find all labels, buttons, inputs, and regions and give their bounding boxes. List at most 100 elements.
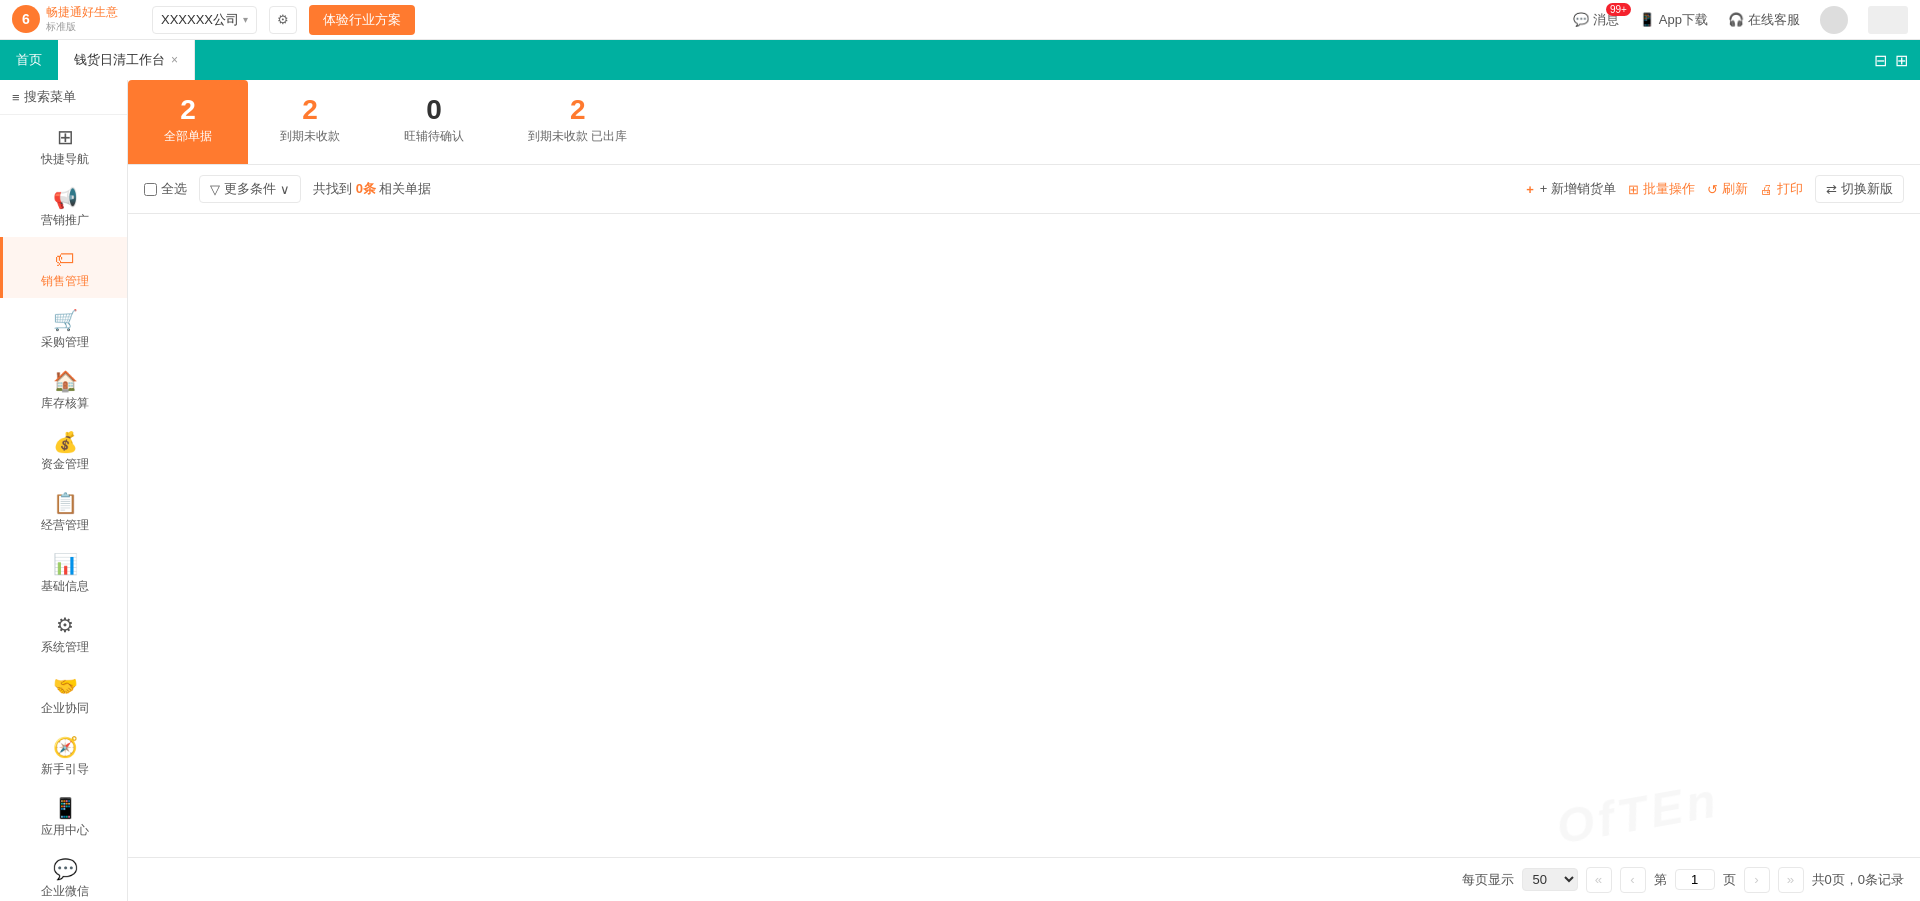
empty-state — [128, 214, 1920, 857]
sidebar-label: 系统管理 — [41, 639, 89, 656]
stat-number-pending: 0 — [426, 96, 442, 124]
stats-row: 2 全部单据 2 到期未收款 0 旺辅待确认 2 到期未收款 已出库 — [128, 80, 1920, 165]
sidebar-label: 库存核算 — [41, 395, 89, 412]
avatar[interactable] — [1820, 6, 1848, 34]
sidebar-label: 新手引导 — [41, 761, 89, 778]
sidebar-item-funds[interactable]: 💰 资金管理 — [0, 420, 127, 481]
page-label: 第 — [1654, 871, 1667, 889]
stat-pending[interactable]: 0 旺辅待确认 — [372, 80, 496, 164]
database-icon: 📊 — [53, 554, 78, 574]
cart-icon: 🛒 — [53, 310, 78, 330]
batch-ops-button[interactable]: ⊞ 批量操作 — [1628, 180, 1695, 198]
per-page-label: 每页显示 — [1462, 871, 1514, 889]
toolbar: 全选 ▽ 更多条件 ∨ 共找到 0条 相关单据 + + 新增销货单 ⊞ 批量操作 — [128, 165, 1920, 214]
page-total: 共0页，0条记录 — [1812, 871, 1904, 889]
user-name-area[interactable] — [1868, 6, 1908, 34]
plus-icon: + — [1526, 182, 1534, 197]
sidebar-item-system[interactable]: ⚙ 系统管理 — [0, 603, 127, 664]
page-first-button[interactable]: « — [1586, 867, 1612, 893]
sidebar-label: 企业协同 — [41, 700, 89, 717]
settings-button[interactable]: ⚙ — [269, 6, 297, 34]
sidebar-item-search-menu[interactable]: ≡ 搜索菜单 — [0, 80, 127, 115]
select-all-input[interactable] — [144, 183, 157, 196]
per-page-select[interactable]: 50 100 200 — [1522, 868, 1578, 891]
clipboard-icon: 📋 — [53, 493, 78, 513]
sidebar-item-app-center[interactable]: 📱 应用中心 — [0, 786, 127, 847]
stat-all[interactable]: 2 全部单据 — [128, 80, 248, 164]
chevron-icon: ∨ — [280, 182, 290, 197]
sidebar-search-label: 搜索菜单 — [24, 88, 76, 106]
sidebar-item-sales[interactable]: 🏷 销售管理 — [0, 237, 127, 298]
page-prev-button[interactable]: ‹ — [1620, 867, 1646, 893]
sidebar-item-inventory[interactable]: 🏠 库存核算 — [0, 359, 127, 420]
select-all-checkbox[interactable]: 全选 — [144, 180, 187, 198]
tab-expand-icon[interactable]: ⊞ — [1895, 51, 1908, 70]
sidebar-label: 基础信息 — [41, 578, 89, 595]
handshake-icon: 🤝 — [53, 676, 78, 696]
page-next-button[interactable]: › — [1744, 867, 1770, 893]
sidebar-item-purchase[interactable]: 🛒 采购管理 — [0, 298, 127, 359]
tab-label: 钱货日清工作台 — [74, 51, 165, 69]
sidebar-item-operations[interactable]: 📋 经营管理 — [0, 481, 127, 542]
compass-icon: 🧭 — [53, 737, 78, 757]
chat-icon: 💬 — [53, 859, 78, 879]
switch-version-button[interactable]: ⇄ 切换新版 — [1815, 175, 1904, 203]
sidebar-label: 经营管理 — [41, 517, 89, 534]
logo-area: 6 畅捷通好生意 标准版 — [12, 5, 140, 33]
stat-number-overdue: 2 — [302, 96, 318, 124]
sidebar-label: 资金管理 — [41, 456, 89, 473]
sidebar-label: 快捷导航 — [41, 151, 89, 168]
refresh-icon: ↺ — [1707, 182, 1718, 197]
service-icon: 🎧 — [1728, 12, 1744, 27]
page-input[interactable] — [1675, 869, 1715, 890]
message-badge: 99+ — [1606, 3, 1631, 16]
filter-button[interactable]: ▽ 更多条件 ∨ — [199, 175, 301, 203]
online-service-button[interactable]: 🎧 在线客服 — [1728, 11, 1800, 29]
page-last-button[interactable]: » — [1778, 867, 1804, 893]
sidebar-item-weixin[interactable]: 💬 企业微信 — [0, 847, 127, 901]
search-icon: ≡ — [12, 90, 20, 105]
message-button[interactable]: 💬 消息 99+ — [1573, 11, 1619, 29]
toolbar-right: + + 新增销货单 ⊞ 批量操作 ↺ 刷新 🖨 打印 ⇄ 切换新版 — [1526, 175, 1904, 203]
grid-icon: ⊞ — [57, 127, 74, 147]
refresh-button[interactable]: ↺ 刷新 — [1707, 180, 1748, 198]
sidebar: ≡ 搜索菜单 ⊞ 快捷导航 📢 营销推广 🏷 销售管理 🛒 采购管理 🏠 库存核… — [0, 80, 128, 901]
trial-button[interactable]: 体验行业方案 — [309, 5, 415, 35]
tabbar-actions: ⊟ ⊞ — [1874, 51, 1920, 70]
tab-close-icon[interactable]: × — [171, 53, 178, 67]
home-icon: 🏠 — [53, 371, 78, 391]
filter-icon: ▽ — [210, 182, 220, 197]
stat-overdue[interactable]: 2 到期未收款 — [248, 80, 372, 164]
sidebar-label: 营销推广 — [41, 212, 89, 229]
sidebar-item-basic-info[interactable]: 📊 基础信息 — [0, 542, 127, 603]
sidebar-item-enterprise[interactable]: 🤝 企业协同 — [0, 664, 127, 725]
batch-icon: ⊞ — [1628, 182, 1639, 197]
app-download-button[interactable]: 📱 App下载 — [1639, 11, 1708, 29]
switch-icon: ⇄ — [1826, 182, 1837, 197]
page-suffix: 页 — [1723, 871, 1736, 889]
message-icon: 💬 — [1573, 12, 1589, 27]
table-area — [128, 214, 1920, 857]
tabbar: 首页 钱货日清工作台 × ⊟ ⊞ — [0, 40, 1920, 80]
sidebar-label: 销售管理 — [41, 273, 89, 290]
new-sales-button[interactable]: + + 新增销货单 — [1526, 180, 1616, 198]
sidebar-label: 应用中心 — [41, 822, 89, 839]
money-icon: 💰 — [53, 432, 78, 452]
company-selector[interactable]: XXXXXX公司 ▾ — [152, 6, 257, 34]
layout: ≡ 搜索菜单 ⊞ 快捷导航 📢 营销推广 🏷 销售管理 🛒 采购管理 🏠 库存核… — [0, 80, 1920, 901]
sidebar-label: 采购管理 — [41, 334, 89, 351]
sidebar-item-marketing[interactable]: 📢 营销推广 — [0, 176, 127, 237]
sidebar-item-quick-nav[interactable]: ⊞ 快捷导航 — [0, 115, 127, 176]
stat-shipped[interactable]: 2 到期未收款 已出库 — [496, 80, 659, 164]
main-content: 2 全部单据 2 到期未收款 0 旺辅待确认 2 到期未收款 已出库 全选 — [128, 80, 1920, 901]
tab-active[interactable]: 钱货日清工作台 × — [58, 40, 195, 80]
megaphone-icon: 📢 — [53, 188, 78, 208]
tab-minimize-icon[interactable]: ⊟ — [1874, 51, 1887, 70]
sidebar-label: 企业微信 — [41, 883, 89, 900]
settings-icon: ⚙ — [56, 615, 74, 635]
print-button[interactable]: 🖨 打印 — [1760, 180, 1803, 198]
pagination-bar: 每页显示 50 100 200 « ‹ 第 页 › » 共0页，0条记录 — [128, 857, 1920, 901]
tab-home[interactable]: 首页 — [0, 40, 58, 80]
select-all-label: 全选 — [161, 180, 187, 198]
sidebar-item-guide[interactable]: 🧭 新手引导 — [0, 725, 127, 786]
